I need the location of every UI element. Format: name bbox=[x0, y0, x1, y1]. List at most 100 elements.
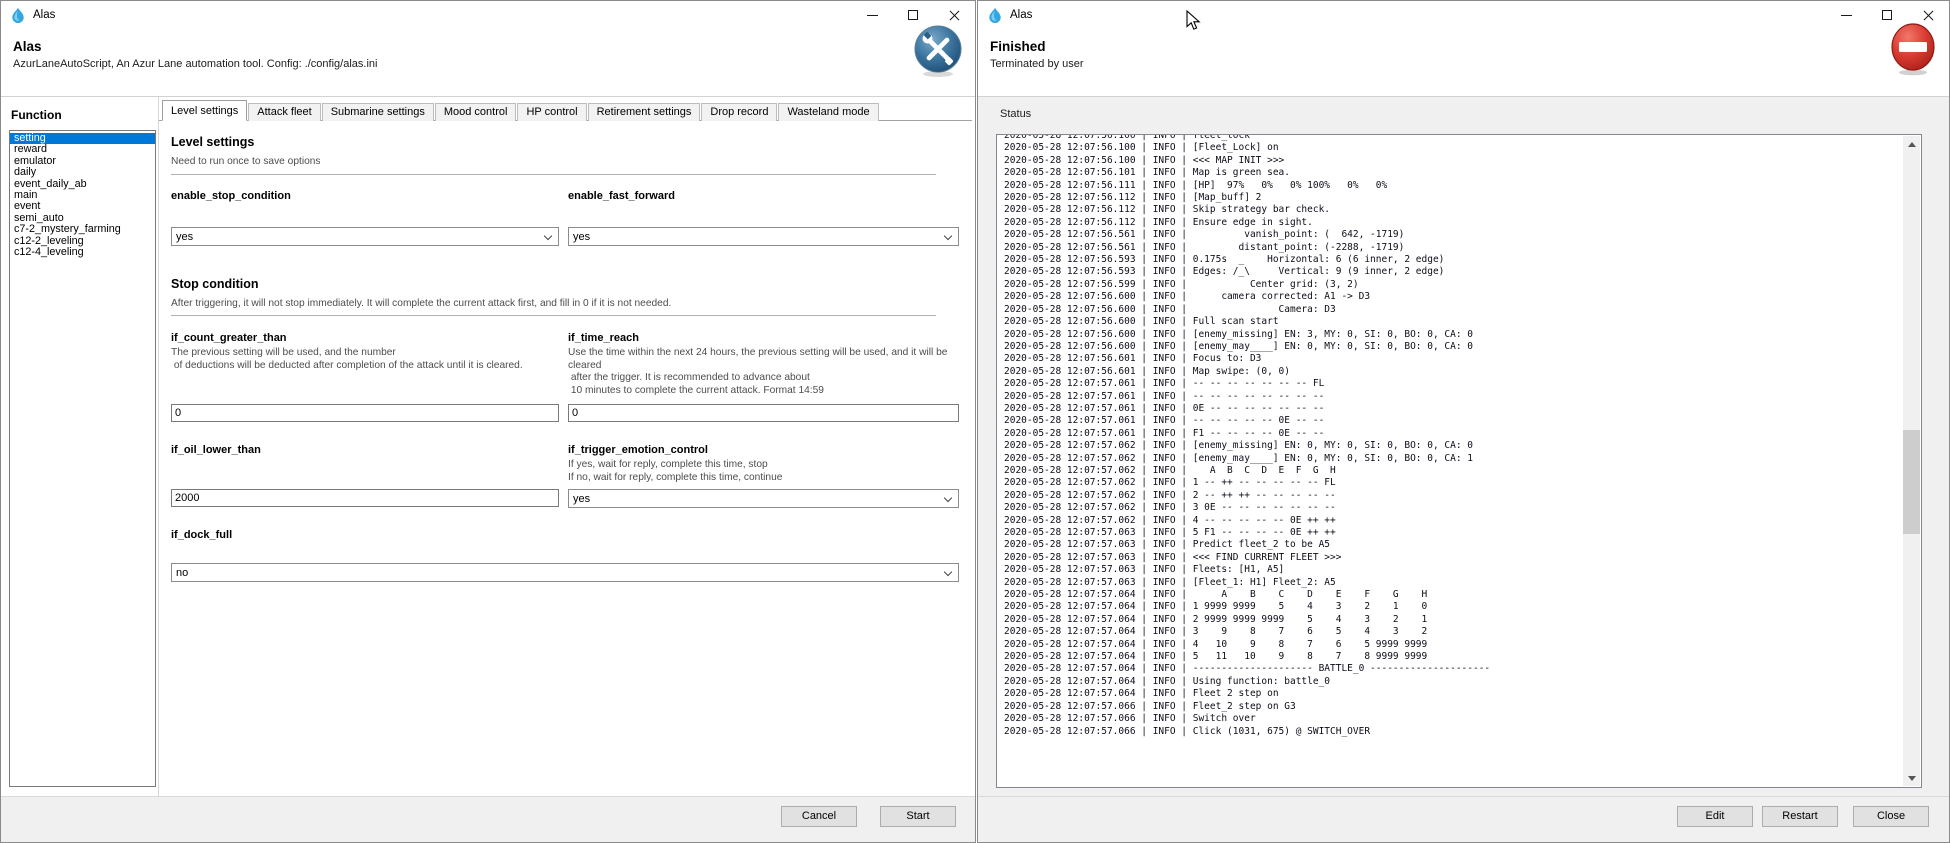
stopped-icon bbox=[1886, 22, 1940, 76]
log-line: 2020-05-28 12:07:57.064 | INFO | Using f… bbox=[1004, 676, 1902, 688]
arrow-up-icon bbox=[1908, 142, 1916, 147]
log-line: 2020-05-28 12:07:57.061 | INFO | -- -- -… bbox=[1004, 391, 1902, 403]
log-line: 2020-05-28 12:07:57.064 | INFO | 1 9999 … bbox=[1004, 601, 1902, 613]
console-body: Status 2020-05-28 12:07:56.100 | INFO | … bbox=[978, 97, 1949, 796]
log-line: 2020-05-28 12:07:56.599 | INFO | Center … bbox=[1004, 279, 1902, 291]
log-line: 2020-05-28 12:07:57.064 | INFO | 5 11 10… bbox=[1004, 651, 1902, 663]
config-window: Alas Alas AzurLaneAutoScript, An Azur La… bbox=[0, 0, 976, 843]
divider bbox=[171, 174, 936, 175]
tab[interactable]: Wasteland mode bbox=[778, 103, 878, 121]
log-line: 2020-05-28 12:07:57.062 | INFO | [enemy_… bbox=[1004, 453, 1902, 465]
log-line: 2020-05-28 12:07:56.561 | INFO | distant… bbox=[1004, 242, 1902, 254]
input-if-count-greater-than[interactable] bbox=[171, 404, 559, 422]
log-text: 2020-05-28 12:07:56.100 | INFO | fleet_l… bbox=[1004, 134, 1902, 738]
cancel-button[interactable]: Cancel bbox=[781, 806, 857, 827]
log-line: 2020-05-28 12:07:57.061 | INFO | -- -- -… bbox=[1004, 415, 1902, 427]
divider bbox=[171, 315, 936, 316]
tab-bar[interactable]: Level settings Attack fleet Submarine se… bbox=[162, 100, 969, 121]
tab[interactable]: Mood control bbox=[435, 103, 517, 121]
section-title-level-settings: Level settings bbox=[171, 135, 254, 149]
page-title: Alas bbox=[13, 39, 42, 54]
start-button[interactable]: Start bbox=[880, 806, 956, 827]
chevron-down-icon bbox=[944, 494, 952, 502]
config-tools-icon bbox=[911, 24, 965, 78]
tab[interactable]: Retirement settings bbox=[588, 103, 701, 121]
log-line: 2020-05-28 12:07:57.064 | INFO | 3 9 8 7… bbox=[1004, 626, 1902, 638]
console-window: Alas Finished Terminated by user Status bbox=[977, 0, 1950, 843]
log-line: 2020-05-28 12:07:57.063 | INFO | Predict… bbox=[1004, 539, 1902, 551]
desktop: Alas Alas AzurLaneAutoScript, An Azur La… bbox=[0, 0, 1950, 843]
label-if-time-reach: if_time_reach bbox=[568, 332, 639, 344]
minimize-button[interactable] bbox=[1826, 1, 1867, 29]
scroll-up-button[interactable] bbox=[1903, 136, 1920, 152]
alas-logo-icon bbox=[987, 7, 1003, 23]
combo-enable-stop-condition[interactable]: yes bbox=[171, 227, 559, 246]
combo-value: yes bbox=[176, 231, 193, 243]
log-line: 2020-05-28 12:07:57.066 | INFO | Click (… bbox=[1004, 726, 1902, 738]
tab[interactable]: HP control bbox=[517, 103, 586, 121]
tab[interactable]: Submarine settings bbox=[322, 103, 434, 121]
console-header: Finished Terminated by user bbox=[978, 29, 1949, 97]
log-line: 2020-05-28 12:07:57.064 | INFO | Fleet 2… bbox=[1004, 688, 1902, 700]
scroll-down-button[interactable] bbox=[1903, 770, 1920, 786]
arrow-down-icon bbox=[1908, 776, 1916, 781]
maximize-icon bbox=[1882, 10, 1892, 20]
label-if-oil-lower-than: if_oil_lower_than bbox=[171, 444, 261, 456]
combo-if-trigger-emotion-control[interactable]: yes bbox=[568, 489, 959, 508]
log-line: 2020-05-28 12:07:57.064 | INFO | -------… bbox=[1004, 663, 1902, 675]
label-if-count-greater-than: if_count_greater_than bbox=[171, 332, 287, 344]
sidebar-divider bbox=[158, 97, 159, 796]
config-body: Function setting reward emulator daily e… bbox=[1, 97, 975, 796]
scrollbar-thumb[interactable] bbox=[1903, 430, 1920, 534]
input-if-oil-lower-than[interactable] bbox=[171, 489, 559, 507]
desc-if-count-greater-than: The previous setting will be used, and t… bbox=[171, 347, 601, 372]
section-desc-level-settings: Need to run once to save options bbox=[171, 156, 321, 167]
log-line: 2020-05-28 12:07:56.600 | INFO | [enemy_… bbox=[1004, 329, 1902, 341]
minimize-icon bbox=[867, 15, 878, 16]
combo-enable-fast-forward[interactable]: yes bbox=[568, 227, 959, 246]
label-enable-fast-forward: enable_fast_forward bbox=[568, 190, 675, 202]
chevron-down-icon bbox=[544, 232, 552, 240]
function-list-item[interactable]: c7-2_mystery_farming bbox=[10, 224, 155, 235]
log-line: 2020-05-28 12:07:57.066 | INFO | Switch … bbox=[1004, 713, 1902, 725]
log-line: 2020-05-28 12:07:57.062 | INFO | A B C D… bbox=[1004, 465, 1902, 477]
log-line: 2020-05-28 12:07:57.062 | INFO | 1 -- ++… bbox=[1004, 477, 1902, 489]
desc-if-trigger-emotion-control: If yes, wait for reply, complete this ti… bbox=[568, 459, 968, 484]
combo-if-dock-full[interactable]: no bbox=[171, 563, 959, 582]
scrollbar[interactable] bbox=[1903, 136, 1920, 786]
minimize-button[interactable] bbox=[852, 1, 893, 29]
maximize-icon bbox=[908, 10, 918, 20]
function-list-item[interactable]: c12-4_leveling bbox=[10, 247, 155, 258]
log-line: 2020-05-28 12:07:56.100 | INFO | fleet_l… bbox=[1004, 134, 1902, 142]
log-line: 2020-05-28 12:07:57.063 | INFO | [Fleet_… bbox=[1004, 577, 1902, 589]
console-footer: Edit Restart Close bbox=[978, 796, 1949, 842]
titlebar[interactable]: Alas bbox=[978, 1, 1949, 29]
function-listbox[interactable]: setting reward emulator daily event_dail… bbox=[9, 130, 156, 787]
minimize-icon bbox=[1841, 15, 1852, 16]
tab[interactable]: Attack fleet bbox=[248, 103, 320, 121]
log-line: 2020-05-28 12:07:57.062 | INFO | [enemy_… bbox=[1004, 440, 1902, 452]
log-line: 2020-05-28 12:07:57.063 | INFO | 5 F1 --… bbox=[1004, 527, 1902, 539]
chevron-down-icon bbox=[944, 232, 952, 240]
log-line: 2020-05-28 12:07:56.101 | INFO | Map is … bbox=[1004, 167, 1902, 179]
label-if-dock-full: if_dock_full bbox=[171, 529, 232, 541]
log-line: 2020-05-28 12:07:57.062 | INFO | 2 -- ++… bbox=[1004, 490, 1902, 502]
log-line: 2020-05-28 12:07:57.061 | INFO | 0E -- -… bbox=[1004, 403, 1902, 415]
log-line: 2020-05-28 12:07:56.561 | INFO | vanish_… bbox=[1004, 229, 1902, 241]
restart-button[interactable]: Restart bbox=[1762, 806, 1838, 827]
tab[interactable]: Drop record bbox=[701, 103, 777, 121]
config-header: Alas AzurLaneAutoScript, An Azur Lane au… bbox=[1, 29, 975, 97]
function-list-item[interactable]: daily bbox=[10, 167, 155, 178]
edit-button[interactable]: Edit bbox=[1677, 806, 1753, 827]
log-line: 2020-05-28 12:07:56.112 | INFO | Skip st… bbox=[1004, 204, 1902, 216]
close-action-button[interactable]: Close bbox=[1853, 806, 1929, 827]
titlebar[interactable]: Alas bbox=[1, 1, 975, 29]
sidebar-heading: Function bbox=[11, 108, 62, 122]
log-line: 2020-05-28 12:07:56.111 | INFO | [HP] 97… bbox=[1004, 180, 1902, 192]
mouse-cursor bbox=[1186, 10, 1202, 32]
input-if-time-reach[interactable] bbox=[568, 404, 959, 422]
log-line: 2020-05-28 12:07:57.062 | INFO | 4 -- --… bbox=[1004, 515, 1902, 527]
log-line: 2020-05-28 12:07:57.063 | INFO | Fleets:… bbox=[1004, 564, 1902, 576]
status-label: Status bbox=[1000, 108, 1031, 120]
tab[interactable]: Level settings bbox=[162, 100, 247, 121]
